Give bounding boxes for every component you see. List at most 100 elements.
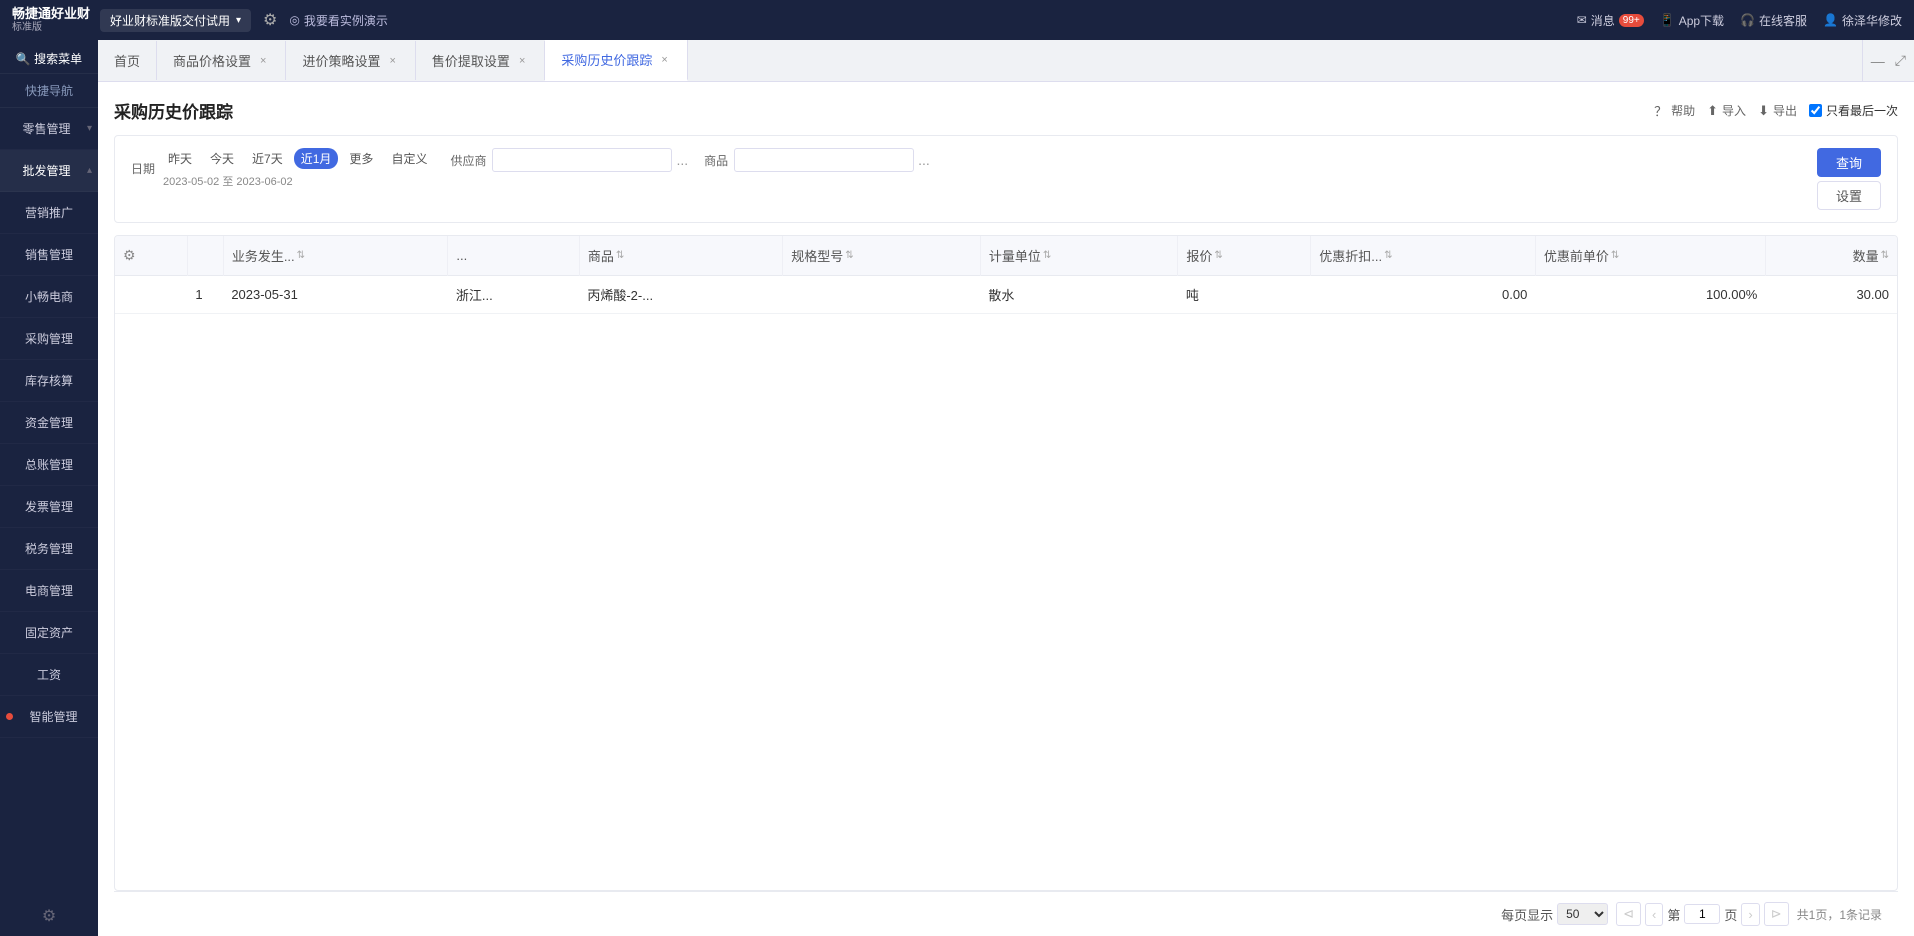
sidebar-item-sales-label: 销售管理: [6, 246, 92, 263]
messages-button[interactable]: ✉ 消息 99+: [1577, 12, 1644, 29]
sidebar-item-ecommerce[interactable]: 电商管理: [0, 570, 98, 612]
per-page-dropdown[interactable]: 10 20 50 100: [1557, 903, 1608, 925]
sidebar-item-sales[interactable]: 销售管理: [0, 234, 98, 276]
goods-input[interactable]: [734, 148, 914, 172]
col-quantity[interactable]: 数量⇅: [1765, 236, 1897, 276]
supplier-input-wrap: ...: [492, 148, 688, 172]
sidebar-item-assets[interactable]: 固定资产: [0, 612, 98, 654]
import-label: 导入: [1722, 102, 1746, 119]
help-button[interactable]: ？ 帮助: [1654, 101, 1695, 120]
sidebar-item-retail[interactable]: 零售管理 ▾: [0, 108, 98, 150]
settings-button[interactable]: 设置: [1817, 181, 1881, 210]
sidebar-item-ecommerce-label: 电商管理: [6, 582, 92, 599]
pager-last-button[interactable]: ⊳: [1764, 902, 1789, 926]
tab-expand-icon[interactable]: ⤢: [1891, 48, 1910, 73]
app-download-label: App下载: [1679, 12, 1724, 29]
page-suffix: 页: [1724, 905, 1737, 924]
tab-purchase-strategy[interactable]: 进价策略设置 ×: [286, 41, 415, 80]
col-settings[interactable]: ⚙: [115, 236, 187, 276]
sidebar-item-wholesale[interactable]: 批发管理 ▴: [0, 150, 98, 192]
sidebar-item-invoice[interactable]: 发票管理: [0, 486, 98, 528]
date-btn-1month[interactable]: 近1月: [294, 148, 339, 169]
date-btn-custom[interactable]: 自定义: [384, 148, 434, 169]
sidebar-settings-icon[interactable]: ⚙: [0, 896, 98, 936]
user-menu-button[interactable]: 👤 徐泽华修改: [1823, 12, 1902, 29]
sidebar-item-payroll[interactable]: 工资: [0, 654, 98, 696]
export-label: 导出: [1773, 102, 1797, 119]
tab-collapse-icon[interactable]: —: [1867, 49, 1889, 73]
pager-first-button[interactable]: ⊲: [1616, 902, 1641, 926]
tab-history-price-close-icon[interactable]: ×: [658, 53, 670, 67]
sort-spec-icon: ⇅: [845, 250, 853, 261]
sidebar-search[interactable]: 🔍 搜索菜单: [0, 40, 98, 74]
tab-sell-extract[interactable]: 售价提取设置 ×: [416, 41, 545, 80]
date-btn-today[interactable]: 今天: [203, 148, 241, 169]
table-row: 1 2023-05-31 浙江... 丙烯酸-2-... 散水 吨 0.00 1…: [115, 276, 1897, 314]
logo-sub-text: 标准版: [12, 22, 42, 34]
query-button[interactable]: 查询: [1817, 148, 1881, 177]
pager-next-button[interactable]: ›: [1741, 903, 1759, 926]
page-label: 第: [1667, 905, 1680, 924]
page-title: 采购历史价跟踪: [114, 98, 233, 123]
tab-history-price[interactable]: 采购历史价跟踪 ×: [545, 40, 687, 81]
date-filter-group: 日期 昨天 今天 近7天 近1月 更多 自定义 2023-05-02 至 202…: [131, 148, 434, 189]
date-buttons: 昨天 今天 近7天 近1月 更多 自定义: [161, 148, 434, 169]
col-discount[interactable]: 优惠折扣...⇅: [1311, 236, 1536, 276]
date-btn-yesterday[interactable]: 昨天: [161, 148, 199, 169]
date-filter: 昨天 今天 近7天 近1月 更多 自定义 2023-05-02 至 2023-0…: [161, 148, 434, 189]
pagination-bar: 每页显示 10 20 50 100 ⊲ ‹ 第 页 › ⊳: [114, 891, 1898, 936]
topbar: 畅捷通好业财 标准版 好业财标准版交付试用 ▾ ⚙ ◎ 我要看实例演示 ✉ 消息…: [0, 0, 1914, 40]
tab-bar: 首页 商品价格设置 × 进价策略设置 × 售价提取设置 × 采购历史价跟踪 × …: [98, 40, 1914, 82]
sidebar-quicknav[interactable]: 快捷导航: [0, 74, 98, 108]
content-area: 首页 商品价格设置 × 进价策略设置 × 售价提取设置 × 采购历史价跟踪 × …: [98, 40, 1914, 936]
chevron-down-icon: ▾: [236, 15, 241, 26]
supplier-dots[interactable]: ...: [676, 152, 688, 168]
date-btn-7days[interactable]: 近7天: [245, 148, 290, 169]
demo-link[interactable]: ◎ 我要看实例演示: [289, 12, 388, 29]
sidebar-item-purchase[interactable]: 采购管理: [0, 318, 98, 360]
goods-filter-label: 商品: [704, 152, 728, 169]
sidebar-item-inventory[interactable]: 库存核算: [0, 360, 98, 402]
col-spec[interactable]: 规格型号⇅: [783, 236, 981, 276]
topbar-settings-icon[interactable]: ⚙: [259, 6, 281, 34]
tab-price-close-icon[interactable]: ×: [257, 54, 269, 68]
online-service-button[interactable]: 🎧 在线客服: [1740, 12, 1807, 29]
col-goods[interactable]: 商品⇅: [579, 236, 782, 276]
import-button[interactable]: ⬆ 导入: [1707, 102, 1746, 119]
sort-price-icon: ⇅: [1611, 250, 1619, 261]
only-last-label-text: 只看最后一次: [1826, 102, 1898, 119]
tab-home[interactable]: 首页: [98, 41, 157, 80]
date-btn-more[interactable]: 更多: [342, 148, 380, 169]
only-last-checkbox[interactable]: [1809, 104, 1822, 117]
sidebar-item-retail-label: 零售管理: [6, 120, 87, 137]
col-biz-date[interactable]: 业务发生...⇅: [223, 236, 448, 276]
sidebar-item-marketing[interactable]: 营销推广: [0, 192, 98, 234]
sidebar-item-ledger[interactable]: 总账管理: [0, 444, 98, 486]
demo-link-text: 我要看实例演示: [304, 12, 388, 29]
col-quote[interactable]: 报价⇅: [1178, 236, 1311, 276]
edition-selector[interactable]: 好业财标准版交付试用 ▾: [100, 9, 251, 32]
tab-purchase-strategy-close-icon[interactable]: ×: [386, 54, 398, 68]
app-download-button[interactable]: 📱 App下载: [1660, 12, 1724, 29]
only-last-checkbox-label[interactable]: 只看最后一次: [1809, 102, 1898, 119]
supplier-input[interactable]: [492, 148, 672, 172]
sidebar-item-ledger-label: 总账管理: [6, 456, 92, 473]
goods-dots[interactable]: ...: [918, 152, 930, 168]
page-number-input[interactable]: [1684, 904, 1720, 924]
pager: ⊲ ‹ 第 页 › ⊳: [1616, 902, 1789, 926]
col-more[interactable]: ...: [448, 236, 579, 276]
sidebar-item-ecommerce-small[interactable]: 小畅电商: [0, 276, 98, 318]
sidebar-item-smart[interactable]: 智能管理: [0, 696, 98, 738]
pager-prev-button[interactable]: ‹: [1645, 903, 1663, 926]
tab-price[interactable]: 商品价格设置 ×: [157, 41, 286, 80]
search-icon: 🔍: [16, 52, 31, 66]
sidebar-item-purchase-label: 采购管理: [6, 330, 92, 347]
sidebar-item-tax[interactable]: 税务管理: [0, 528, 98, 570]
col-pre-discount-price[interactable]: 优惠前单价⇅: [1535, 236, 1765, 276]
messages-badge: 99+: [1619, 14, 1644, 27]
export-button[interactable]: ⬇ 导出: [1758, 102, 1797, 119]
tab-sell-extract-close-icon[interactable]: ×: [516, 54, 528, 68]
col-unit[interactable]: 计量单位⇅: [980, 236, 1178, 276]
sidebar-item-finance[interactable]: 资金管理: [0, 402, 98, 444]
help-label: 帮助: [1671, 102, 1695, 119]
